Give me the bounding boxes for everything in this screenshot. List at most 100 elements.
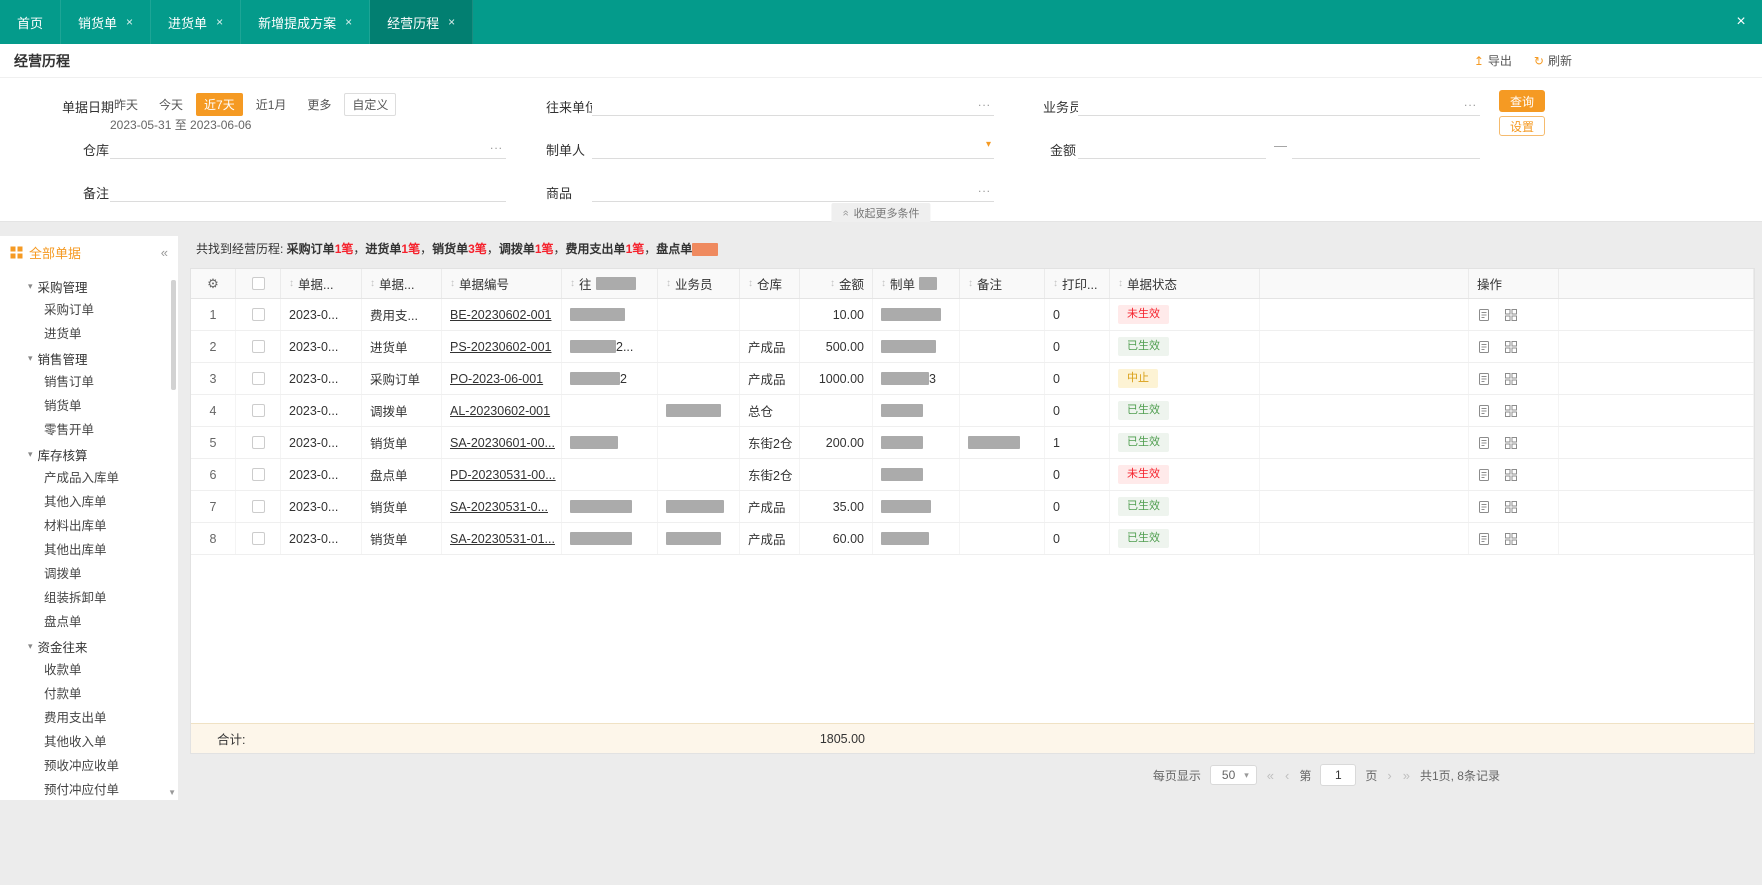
query-button[interactable]: 查询 bbox=[1499, 90, 1545, 112]
row-checkbox[interactable] bbox=[251, 340, 265, 353]
column-header-salesman[interactable]: ↕ 业务员 bbox=[658, 269, 740, 298]
tree-group-3[interactable]: ▾ 资金往来 bbox=[0, 634, 170, 658]
sort-icon[interactable]: ↕ bbox=[570, 278, 575, 289]
tree-item[interactable]: 调拨单 bbox=[0, 562, 170, 586]
tab-close-icon[interactable]: × bbox=[448, 15, 455, 29]
row-checkbox[interactable] bbox=[251, 436, 265, 449]
chevron-down-icon[interactable]: ▾ bbox=[986, 139, 991, 150]
column-header-num[interactable]: ⚙ bbox=[191, 269, 236, 298]
tab-item-0[interactable]: 首页 bbox=[0, 0, 62, 44]
column-header-date[interactable]: ↕ 单据... bbox=[281, 269, 362, 298]
grid-more-icon[interactable] bbox=[1504, 308, 1518, 322]
ellipsis-icon[interactable]: ... bbox=[1464, 95, 1477, 109]
tab-item-1[interactable]: 销货单 × bbox=[61, 0, 152, 44]
ellipsis-icon[interactable]: ... bbox=[978, 181, 991, 195]
date-range-value[interactable]: 2023-05-31 至 2023-06-06 bbox=[110, 116, 251, 133]
column-header-ops[interactable]: 操作 bbox=[1469, 269, 1559, 298]
document-number-link[interactable]: PS-20230602-001 bbox=[450, 340, 551, 354]
column-header-type[interactable]: ↕ 单据... bbox=[362, 269, 442, 298]
print-preview-icon[interactable] bbox=[1477, 500, 1491, 514]
amount-min-input[interactable] bbox=[1078, 135, 1266, 159]
tree-item[interactable]: 采购订单 bbox=[0, 298, 170, 322]
collapse-filters-button[interactable]: « 收起更多条件 bbox=[831, 203, 931, 223]
salesman-input[interactable]: ... bbox=[1078, 92, 1480, 116]
date-quick-button[interactable]: 昨天 bbox=[106, 93, 146, 116]
document-number-link[interactable]: SA-20230531-01... bbox=[450, 532, 555, 546]
sort-icon[interactable]: ↕ bbox=[666, 278, 671, 289]
amount-max-input[interactable] bbox=[1292, 135, 1480, 159]
close-icon[interactable]: × bbox=[1720, 0, 1762, 44]
column-header-partner[interactable]: ↕ 往 bbox=[562, 269, 658, 298]
warehouse-input[interactable]: ... bbox=[110, 135, 506, 159]
remark-input[interactable] bbox=[110, 178, 506, 202]
column-header-remark[interactable]: ↕ 备注 bbox=[960, 269, 1045, 298]
prev-page-button[interactable]: ‹ bbox=[1284, 768, 1290, 783]
tree-item[interactable]: 产成品入库单 bbox=[0, 466, 170, 490]
last-page-button[interactable]: » bbox=[1402, 768, 1411, 783]
export-button[interactable]: ↥ 导出 bbox=[1474, 52, 1512, 69]
sort-icon[interactable]: ↕ bbox=[1118, 278, 1123, 289]
grid-more-icon[interactable] bbox=[1504, 468, 1518, 482]
ellipsis-icon[interactable]: ... bbox=[490, 138, 503, 152]
column-header-status[interactable]: ↕ 单据状态 bbox=[1110, 269, 1260, 298]
tree-item[interactable]: 其他出库单 bbox=[0, 538, 170, 562]
first-page-button[interactable]: « bbox=[1266, 768, 1275, 783]
page-size-select[interactable]: 50 ▾ bbox=[1209, 765, 1257, 785]
row-checkbox[interactable] bbox=[251, 468, 265, 481]
tree-group-0[interactable]: ▾ 采购管理 bbox=[0, 274, 170, 298]
tree-item[interactable]: 盘点单 bbox=[0, 610, 170, 634]
maker-select[interactable]: ▾ bbox=[592, 135, 994, 159]
tree-group-1[interactable]: ▾ 销售管理 bbox=[0, 346, 170, 370]
tab-item-3[interactable]: 新增提成方案 × bbox=[241, 0, 371, 44]
tab-item-2[interactable]: 进货单 × bbox=[151, 0, 242, 44]
document-number-link[interactable]: AL-20230602-001 bbox=[450, 404, 550, 418]
sort-icon[interactable]: ↕ bbox=[289, 278, 294, 289]
tree-item[interactable]: 付款单 bbox=[0, 682, 170, 706]
next-page-button[interactable]: › bbox=[1386, 768, 1392, 783]
partner-input[interactable]: ... bbox=[592, 92, 994, 116]
tree-item[interactable]: 进货单 bbox=[0, 322, 170, 346]
gear-icon[interactable]: ⚙ bbox=[207, 276, 219, 292]
tree-item[interactable]: 预付冲应付单 bbox=[0, 778, 170, 800]
column-header-code[interactable]: ↕ 单据编号 bbox=[442, 269, 562, 298]
print-preview-icon[interactable] bbox=[1477, 372, 1491, 386]
tree-item[interactable]: 其他收入单 bbox=[0, 730, 170, 754]
sort-icon[interactable]: ↕ bbox=[450, 278, 455, 289]
print-preview-icon[interactable] bbox=[1477, 308, 1491, 322]
date-quick-button[interactable]: 今天 bbox=[151, 93, 191, 116]
tree-item[interactable]: 收款单 bbox=[0, 658, 170, 682]
document-number-link[interactable]: PD-20230531-00... bbox=[450, 468, 556, 482]
document-number-link[interactable]: PO-2023-06-001 bbox=[450, 372, 543, 386]
sort-icon[interactable]: ↕ bbox=[1053, 278, 1058, 289]
tree-item[interactable]: 销售订单 bbox=[0, 370, 170, 394]
row-checkbox[interactable] bbox=[251, 308, 265, 321]
column-header-check[interactable] bbox=[236, 269, 281, 298]
print-preview-icon[interactable] bbox=[1477, 436, 1491, 450]
date-quick-button[interactable]: 近1月 bbox=[248, 93, 295, 116]
select-all-checkbox[interactable] bbox=[251, 277, 265, 290]
sidebar-scrollbar[interactable] bbox=[171, 280, 176, 390]
grid-more-icon[interactable] bbox=[1504, 340, 1518, 354]
tree-item[interactable]: 零售开单 bbox=[0, 418, 170, 442]
row-checkbox[interactable] bbox=[251, 372, 265, 385]
print-preview-icon[interactable] bbox=[1477, 468, 1491, 482]
sort-icon[interactable]: ↕ bbox=[881, 278, 886, 289]
column-header-maker[interactable]: ↕ 制单 bbox=[873, 269, 960, 298]
ellipsis-icon[interactable]: ... bbox=[978, 95, 991, 109]
refresh-button[interactable]: ↻ 刷新 bbox=[1534, 52, 1572, 69]
tab-item-4[interactable]: 经营历程 × bbox=[370, 0, 474, 44]
row-checkbox[interactable] bbox=[251, 532, 265, 545]
date-quick-button[interactable]: 自定义 bbox=[344, 93, 397, 116]
grid-more-icon[interactable] bbox=[1504, 372, 1518, 386]
print-preview-icon[interactable] bbox=[1477, 404, 1491, 418]
sort-icon[interactable]: ↕ bbox=[748, 278, 753, 289]
tree-item[interactable]: 材料出库单 bbox=[0, 514, 170, 538]
tab-close-icon[interactable]: × bbox=[216, 15, 223, 29]
document-number-link[interactable]: BE-20230602-001 bbox=[450, 308, 551, 322]
document-number-link[interactable]: SA-20230531-0... bbox=[450, 500, 548, 514]
scroll-down-icon[interactable]: ▼ bbox=[168, 788, 176, 797]
row-checkbox[interactable] bbox=[251, 500, 265, 513]
print-preview-icon[interactable] bbox=[1477, 340, 1491, 354]
tree-item[interactable]: 费用支出单 bbox=[0, 706, 170, 730]
date-quick-button[interactable]: 近7天 bbox=[196, 93, 243, 116]
